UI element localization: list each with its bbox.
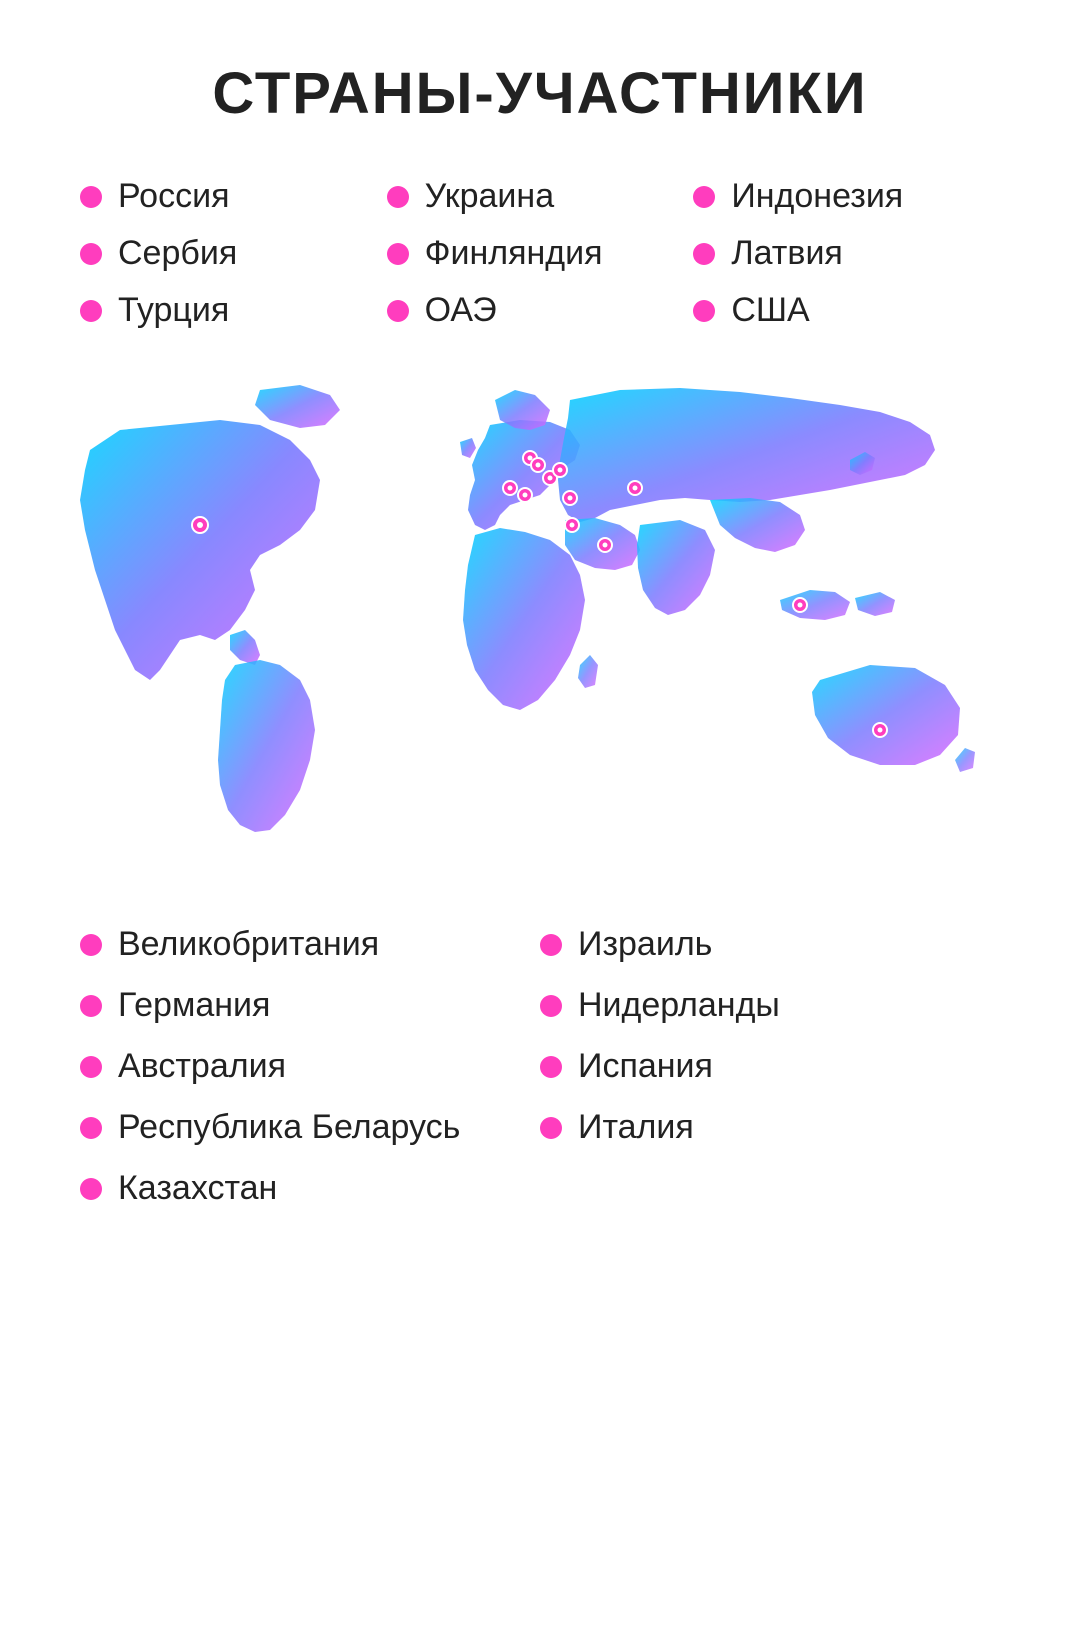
dot-icon [540,1056,562,1078]
bottom-country-item: Израиль [540,925,1000,964]
country-label: Индонезия [731,177,903,216]
world-map [60,370,1020,875]
dot-icon [80,186,102,208]
bottom-country-item: Австралия [80,1047,540,1086]
country-label: Республика Беларусь [118,1108,460,1147]
country-label: Латвия [731,234,843,273]
bottom-country-item: Нидерланды [540,986,1000,1025]
top-country-item: Турция [80,291,387,330]
top-countries-grid: Россия Украина Индонезия Сербия Финляндия Лат… [60,177,1020,330]
dot-icon [80,300,102,322]
top-country-item: Сербия [80,234,387,273]
dot-icon [693,186,715,208]
country-label: Украина [425,177,554,216]
country-label: Турция [118,291,229,330]
dot-icon [80,995,102,1017]
dot-icon [387,300,409,322]
bottom-country-item: Республика Беларусь [80,1108,540,1147]
country-label: Россия [118,177,230,216]
top-country-item: Украина [387,177,694,216]
country-label: Сербия [118,234,237,273]
dot-icon [80,1178,102,1200]
top-country-item: ОАЭ [387,291,694,330]
page-title: СТРАНЫ-УЧАСТНИКИ [60,60,1020,127]
dot-icon [540,934,562,956]
dot-icon [693,300,715,322]
dot-icon [540,1117,562,1139]
dot-icon [80,934,102,956]
top-country-item: Индонезия [693,177,1000,216]
country-label: Австралия [118,1047,286,1086]
top-country-item: Финляндия [387,234,694,273]
country-label: США [731,291,809,330]
country-label: Финляндия [425,234,603,273]
country-label: Германия [118,986,270,1025]
country-label: Италия [578,1108,694,1147]
dot-icon [540,995,562,1017]
bottom-country-item: Великобритания [80,925,540,964]
country-label: Великобритания [118,925,379,964]
dot-icon [80,243,102,265]
dot-icon [387,186,409,208]
dot-icon [80,1117,102,1139]
bottom-country-item [540,1169,1000,1208]
country-label: Израиль [578,925,712,964]
country-label: Испания [578,1047,713,1086]
dot-icon [387,243,409,265]
top-country-item: США [693,291,1000,330]
country-label: ОАЭ [425,291,497,330]
bottom-country-item: Германия [80,986,540,1025]
country-label: Казахстан [118,1169,277,1208]
top-country-item: Латвия [693,234,1000,273]
country-label: Нидерланды [578,986,780,1025]
bottom-country-item: Италия [540,1108,1000,1147]
top-country-item: Россия [80,177,387,216]
dot-icon [80,1056,102,1078]
bottom-country-item: Испания [540,1047,1000,1086]
bottom-countries-grid: Великобритания Израиль Германия Нидерланды А… [60,925,1020,1208]
bottom-country-item: Казахстан [80,1169,540,1208]
dot-icon [693,243,715,265]
